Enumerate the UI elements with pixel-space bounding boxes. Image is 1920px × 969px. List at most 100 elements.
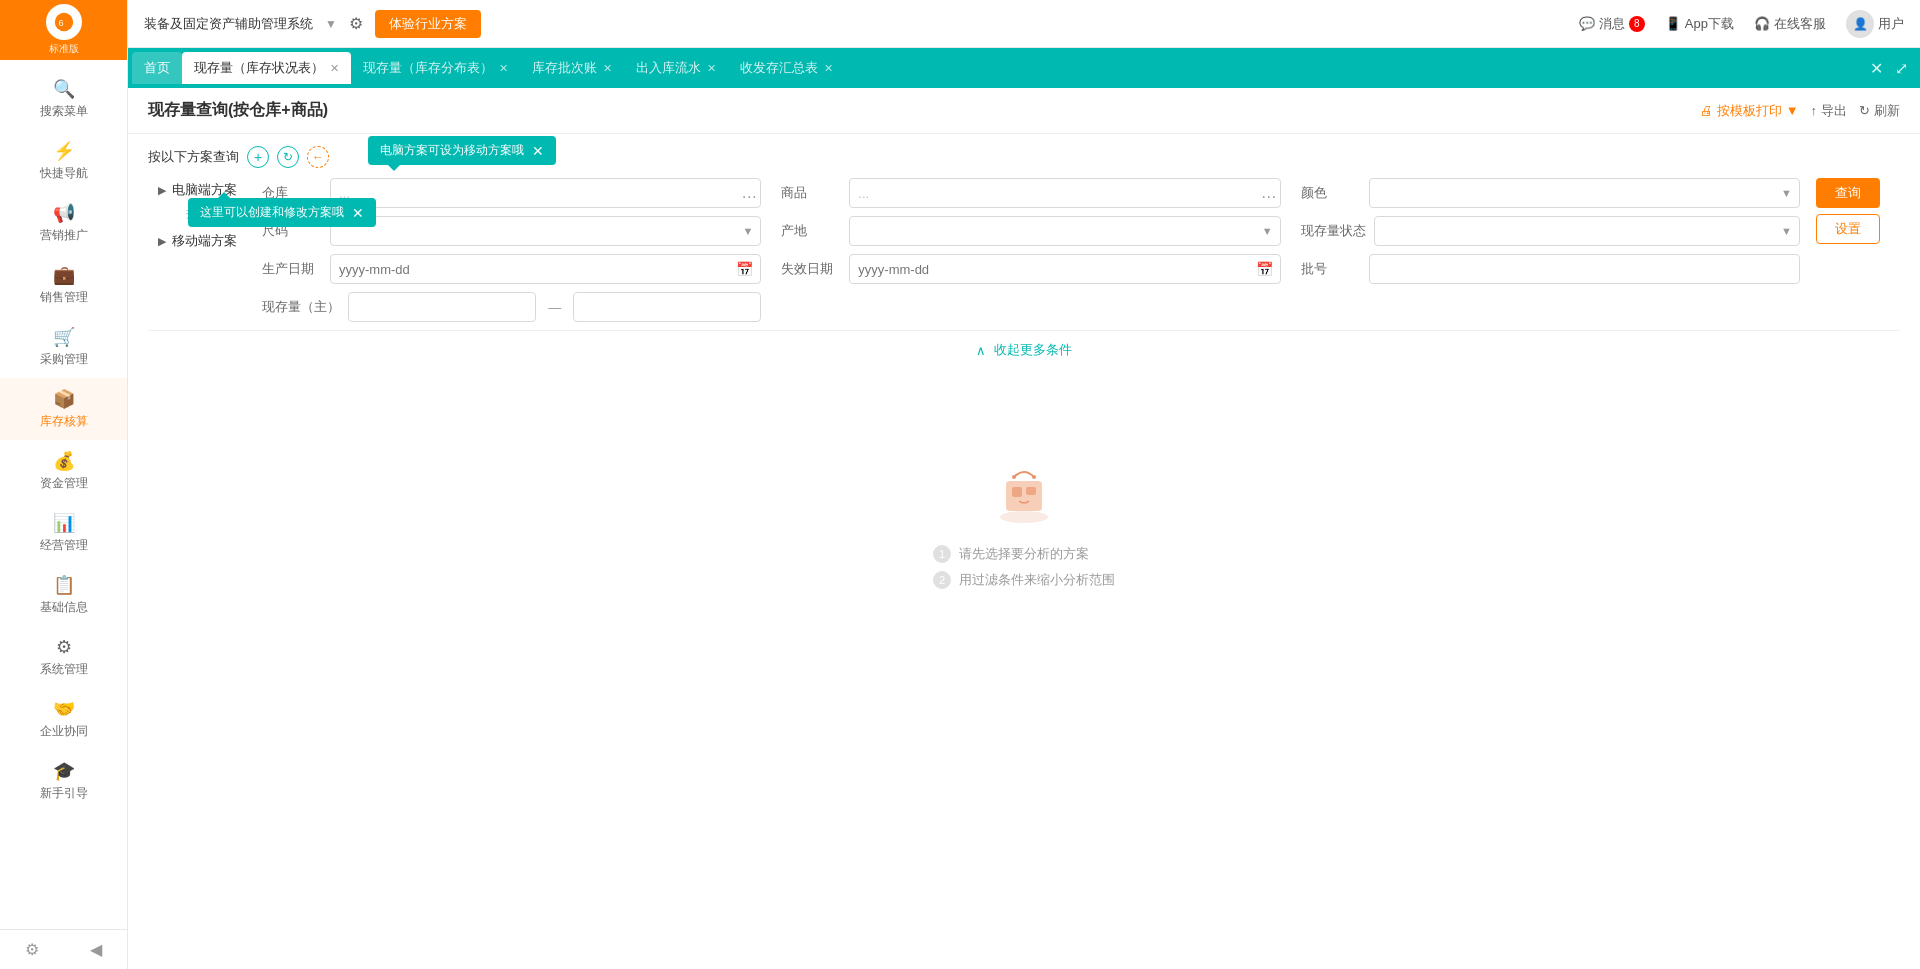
tab-flow[interactable]: 出入库流水 ✕ <box>624 52 728 84</box>
sidebar-item-purchase[interactable]: 🛒 采购管理 <box>0 316 127 378</box>
svg-point-6 <box>1012 475 1016 479</box>
color-select[interactable] <box>1369 178 1800 208</box>
warehouse-input[interactable] <box>330 178 761 208</box>
print-dropdown-icon[interactable]: ▼ <box>1786 103 1799 118</box>
scheme-mobile-item[interactable]: ▶ 移动端方案 <box>158 229 246 253</box>
refresh-button[interactable]: ↻ 刷新 <box>1859 102 1900 120</box>
settings-icon[interactable]: ⚙ <box>349 14 363 33</box>
page-title: 现存量查询(按仓库+商品) <box>148 100 328 121</box>
tooltip2-close-icon[interactable]: ✕ <box>352 205 364 221</box>
sidebar-item-inventory[interactable]: 📦 库存核算 <box>0 378 127 440</box>
svg-point-2 <box>1000 511 1048 523</box>
sidebar-item-marketing[interactable]: 📢 营销推广 <box>0 192 127 254</box>
svg-rect-3 <box>1006 481 1042 511</box>
filter-back-button[interactable]: ← <box>307 146 329 168</box>
app-download-item[interactable]: 📱 App下载 <box>1665 15 1734 33</box>
chevron-right-icon: ▶ <box>158 184 166 197</box>
tab-stock-dist-label: 现存量（库存分布表） <box>363 59 493 77</box>
export-button[interactable]: ↑ 导出 <box>1811 102 1848 120</box>
origin-select[interactable] <box>849 216 1280 246</box>
tab-close-icon[interactable]: ✕ <box>603 63 612 74</box>
prod-date-wrap: 📅 <box>330 254 761 284</box>
stock-main-label: 现存量（主） <box>262 298 340 316</box>
tab-summary-label: 收发存汇总表 <box>740 59 818 77</box>
warehouse-dots-icon[interactable]: … <box>741 184 757 202</box>
sidebar-item-search[interactable]: 🔍 搜索菜单 <box>0 68 127 130</box>
briefcase-icon: 💼 <box>53 264 75 286</box>
sidebar-item-label: 企业协同 <box>40 723 88 740</box>
tab-summary[interactable]: 收发存汇总表 ✕ <box>728 52 845 84</box>
empty-state: 1 请先选择要分析的方案 2 用过滤条件来缩小分析范围 <box>128 369 1920 669</box>
sidebar-item-system[interactable]: ⚙ 系统管理 <box>0 626 127 688</box>
sidebar-item-sales[interactable]: 💼 销售管理 <box>0 254 127 316</box>
box-icon: 📦 <box>53 388 75 410</box>
goods-label: 商品 <box>781 184 841 202</box>
experience-button[interactable]: 体验行业方案 <box>375 10 481 38</box>
phone-icon: 📱 <box>1665 16 1681 31</box>
refresh-label: 刷新 <box>1874 102 1900 120</box>
page-actions: 🖨 按模板打印 ▼ ↑ 导出 ↻ 刷新 <box>1700 102 1900 120</box>
header-right: 💬 消息 8 📱 App下载 🎧 在线客服 👤 用户 <box>1579 10 1904 38</box>
reset-button[interactable]: 设置 <box>1816 214 1880 244</box>
tab-close-icon[interactable]: ✕ <box>330 63 339 74</box>
svg-point-0 <box>54 13 72 31</box>
sidebar-item-finance[interactable]: 💰 资金管理 <box>0 440 127 502</box>
tab-close-icon[interactable]: ✕ <box>707 63 716 74</box>
sidebar-item-guide[interactable]: 🎓 新手引导 <box>0 750 127 812</box>
svg-rect-4 <box>1012 487 1022 497</box>
filter-row-goods: 商品 … <box>781 178 1280 208</box>
collapse-filter-button[interactable]: ∧ 收起更多条件 <box>148 330 1900 369</box>
collapse-sidebar-icon[interactable]: ◀ <box>90 940 102 959</box>
chevron-right-icon: ▶ <box>158 235 166 248</box>
expiry-date-wrap: 📅 <box>849 254 1280 284</box>
stock-status-label: 现存量状态 <box>1301 222 1366 240</box>
stock-status-select[interactable] <box>1374 216 1800 246</box>
logo-icon: 6 <box>46 4 82 40</box>
print-button[interactable]: 🖨 按模板打印 ▼ <box>1700 102 1799 120</box>
sidebar-item-operations[interactable]: 📊 经营管理 <box>0 502 127 564</box>
tab-close-icon[interactable]: ✕ <box>824 63 833 74</box>
size-select-wrap: ▼ <box>330 216 761 246</box>
filter-add-button[interactable]: + <box>247 146 269 168</box>
svg-point-7 <box>1032 475 1036 479</box>
search-button[interactable]: 查询 <box>1816 178 1880 208</box>
settings-bottom-icon[interactable]: ⚙ <box>25 940 39 959</box>
scheme-mobile-label: 移动端方案 <box>172 232 237 250</box>
sidebar: 6 标准版 🔍 搜索菜单 ⚡ 快捷导航 📢 营销推广 💼 销售管理 🛒 采购管理… <box>0 0 128 969</box>
tab-stock-status[interactable]: 现存量（库存状况表） ✕ <box>182 52 351 84</box>
filter-row-batch: 批号 <box>1301 254 1800 284</box>
tab-batch[interactable]: 库存批次账 ✕ <box>520 52 624 84</box>
size-select[interactable] <box>330 216 761 246</box>
online-support-item[interactable]: 🎧 在线客服 <box>1754 15 1826 33</box>
tab-flow-label: 出入库流水 <box>636 59 701 77</box>
lightning-icon: ⚡ <box>53 140 75 162</box>
sidebar-item-quick[interactable]: ⚡ 快捷导航 <box>0 130 127 192</box>
sidebar-item-basic[interactable]: 📋 基础信息 <box>0 564 127 626</box>
stock-main-from-input[interactable] <box>348 292 536 322</box>
tab-stock-dist[interactable]: 现存量（库存分布表） ✕ <box>351 52 520 84</box>
tab-close-icon[interactable]: ✕ <box>499 63 508 74</box>
page-content: 现存量查询(按仓库+商品) 🖨 按模板打印 ▼ ↑ 导出 ↻ 刷新 <box>128 88 1920 969</box>
sidebar-item-label: 快捷导航 <box>40 165 88 182</box>
goods-input[interactable] <box>849 178 1280 208</box>
collapse-up-icon: ∧ <box>976 343 986 358</box>
filter-row-color: 颜色 ▼ <box>1301 178 1800 208</box>
sidebar-item-enterprise[interactable]: 🤝 企业协同 <box>0 688 127 750</box>
tooltip-close-icon[interactable]: ✕ <box>532 143 544 159</box>
origin-label: 产地 <box>781 222 841 240</box>
close-all-icon[interactable]: ✕ <box>1866 55 1887 82</box>
batch-input[interactable] <box>1369 254 1800 284</box>
tab-home[interactable]: 首页 <box>132 52 182 84</box>
maximize-icon[interactable]: ⤢ <box>1891 55 1912 82</box>
goods-dots-icon[interactable]: … <box>1261 184 1277 202</box>
page-title-bar: 现存量查询(按仓库+商品) 🖨 按模板打印 ▼ ↑ 导出 ↻ 刷新 <box>128 88 1920 134</box>
filter-refresh-button[interactable]: ↻ <box>277 146 299 168</box>
print-label: 按模板打印 <box>1717 102 1782 120</box>
prod-date-label: 生产日期 <box>262 260 322 278</box>
user-item[interactable]: 👤 用户 <box>1846 10 1904 38</box>
messages-item[interactable]: 💬 消息 8 <box>1579 15 1645 33</box>
dropdown-arrow-icon[interactable]: ▼ <box>325 17 337 31</box>
stock-main-to-input[interactable] <box>573 292 761 322</box>
prod-date-input[interactable] <box>330 254 761 284</box>
expiry-date-input[interactable] <box>849 254 1280 284</box>
